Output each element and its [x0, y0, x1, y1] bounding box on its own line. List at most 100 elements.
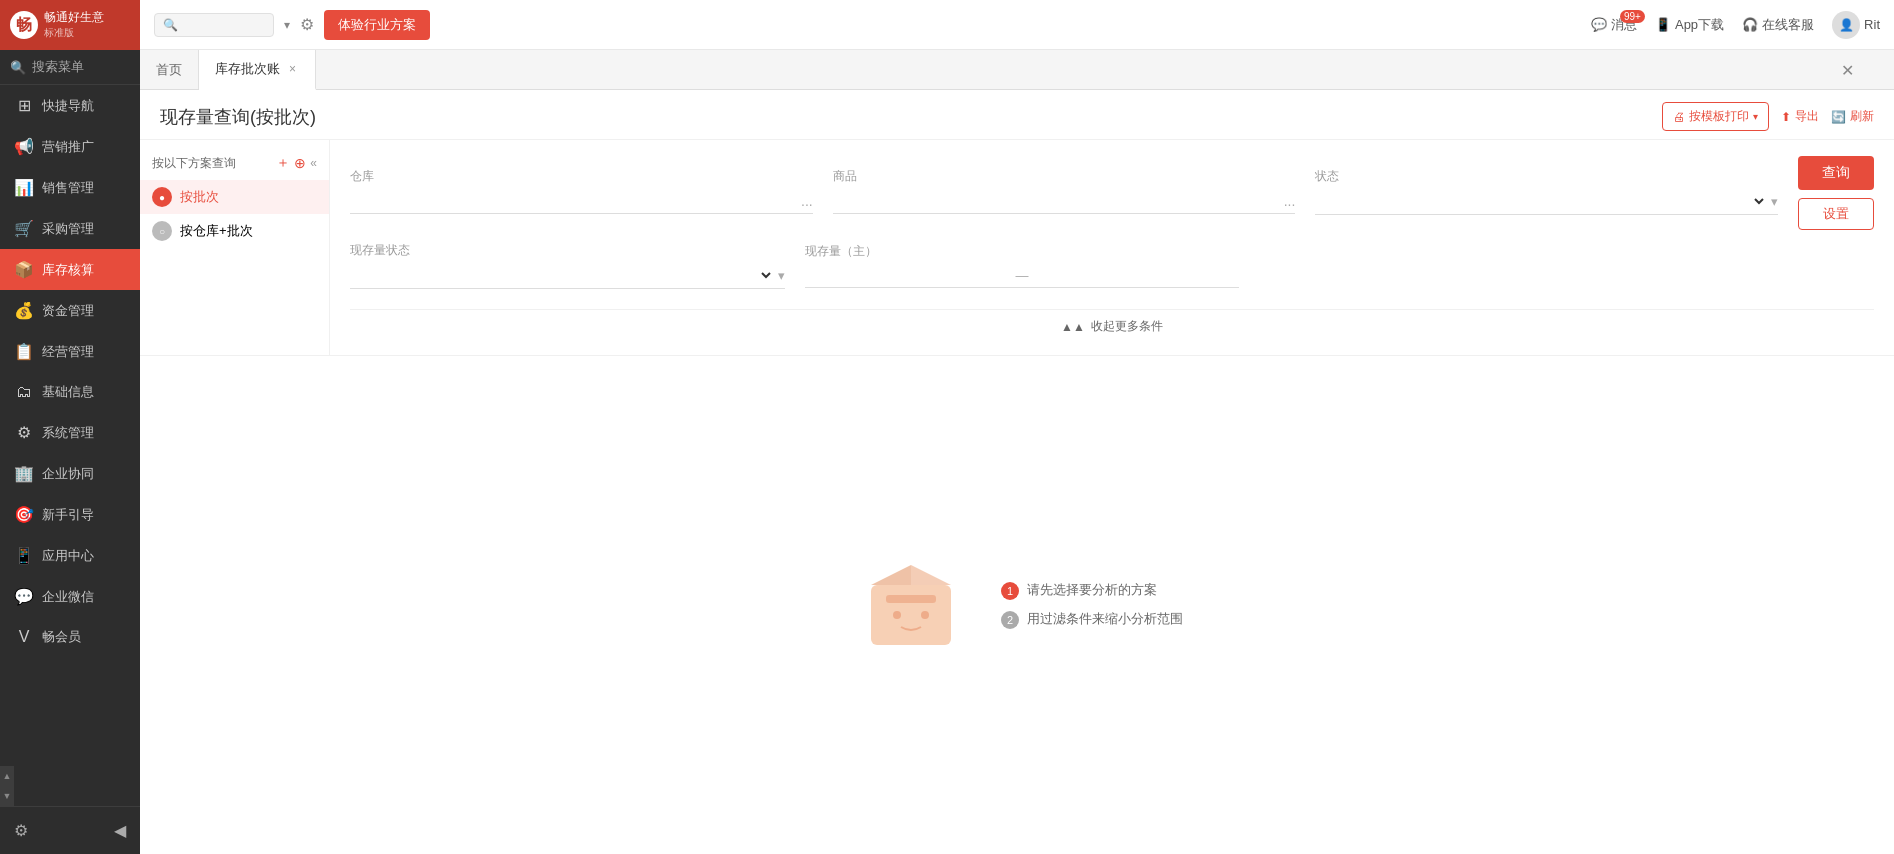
- sidebar-item-new-guide[interactable]: 🎯新手引导: [0, 494, 140, 535]
- status-select[interactable]: [1315, 193, 1767, 210]
- sidebar-item-icon-vip: V: [14, 628, 34, 646]
- settings-icon[interactable]: ⚙: [10, 817, 32, 844]
- export-button[interactable]: ⬆ 导出: [1781, 108, 1819, 125]
- tab-inventory-batch[interactable]: 库存批次账 ×: [199, 50, 316, 90]
- svg-point-5: [921, 611, 929, 619]
- messages-button[interactable]: 💬 消息 99+: [1591, 16, 1637, 34]
- scheme-by-batch[interactable]: ● 按批次: [140, 180, 329, 214]
- warehouse-input[interactable]: [350, 194, 797, 209]
- sidebar-item-inventory[interactable]: 📦库存核算: [0, 249, 140, 290]
- stock-status-select[interactable]: [350, 267, 774, 284]
- stock-qty-min-input[interactable]: [805, 268, 1012, 283]
- sidebar-item-basic[interactable]: 🗂基础信息: [0, 372, 140, 412]
- tab-close-icon[interactable]: ×: [286, 61, 299, 77]
- scheme-settings-icon[interactable]: ⊕: [294, 155, 306, 171]
- sidebar-item-icon-enterprise: 🏢: [14, 464, 34, 483]
- topbar-gear-icon[interactable]: ⚙: [300, 15, 314, 34]
- stock-qty-max-input[interactable]: [1033, 268, 1240, 283]
- refresh-button[interactable]: 🔄 刷新: [1831, 108, 1874, 125]
- scheme-by-batch-icon: ●: [152, 187, 172, 207]
- sidebar-item-label-basic: 基础信息: [42, 383, 94, 401]
- export-label: 导出: [1795, 108, 1819, 125]
- hint-1-num: 1: [1001, 582, 1019, 600]
- sidebar-item-vip[interactable]: V畅会员: [0, 617, 140, 657]
- left-panel-header-actions: ＋ ⊕ «: [276, 154, 317, 172]
- stock-qty-label: 现存量（主）: [805, 243, 1240, 260]
- stock-qty-wrapper[interactable]: —: [805, 264, 1240, 288]
- empty-illustration: [851, 545, 971, 665]
- app-download-button[interactable]: 📱 App下载: [1655, 16, 1724, 34]
- print-icon: 🖨: [1673, 110, 1685, 124]
- product-input[interactable]: [833, 194, 1280, 209]
- tab-home[interactable]: 首页: [140, 50, 199, 89]
- settings-button[interactable]: 设置: [1798, 198, 1874, 230]
- topbar: 🔍 ▾ ⚙ 体验行业方案 💬 消息 99+ 📱 App下载 🎧 在线客服 �: [140, 0, 1894, 50]
- query-button[interactable]: 查询: [1798, 156, 1874, 190]
- sidebar-item-icon-operations: 📋: [14, 342, 34, 361]
- add-scheme-icon[interactable]: ＋: [276, 154, 290, 172]
- panel-close-icon[interactable]: ✕: [1841, 60, 1854, 79]
- sidebar-scroll-down[interactable]: ▼: [0, 786, 14, 806]
- collapse-more-button[interactable]: ▲▲ 收起更多条件: [350, 309, 1874, 343]
- refresh-icon: 🔄: [1831, 110, 1846, 124]
- sidebar-item-operations[interactable]: 📋经营管理: [0, 331, 140, 372]
- hint-1: 1 请先选择要分析的方案: [1001, 581, 1183, 600]
- topbar-search-box[interactable]: 🔍: [154, 13, 274, 37]
- sidebar-item-icon-enterprise-wechat: 💬: [14, 587, 34, 606]
- app-title: 畅通好生意: [44, 10, 104, 26]
- sidebar-item-icon-system: ⚙: [14, 423, 34, 442]
- sidebar-item-icon-sales: 📊: [14, 178, 34, 197]
- filter-stock-status: 现存量状态 ▾: [350, 242, 785, 289]
- industry-solution-button[interactable]: 体验行业方案: [324, 10, 430, 40]
- online-service-button[interactable]: 🎧 在线客服: [1742, 16, 1814, 34]
- sidebar-item-enterprise-wechat[interactable]: 💬企业微信: [0, 576, 140, 617]
- svg-rect-3: [886, 595, 936, 603]
- user-avatar-button[interactable]: 👤 Rit: [1832, 11, 1880, 39]
- product-input-wrapper[interactable]: ...: [833, 189, 1296, 214]
- sidebar-item-icon-inventory: 📦: [14, 260, 34, 279]
- status-chevron-icon: ▾: [1771, 194, 1778, 209]
- sidebar-item-quick-nav[interactable]: ⊞ 快捷导航: [0, 85, 140, 126]
- svg-marker-2: [911, 565, 951, 585]
- app-info: 畅通好生意 标准版: [44, 10, 104, 40]
- sidebar-item-label-purchase: 采购管理: [42, 220, 94, 238]
- topbar-dropdown-icon[interactable]: ▾: [284, 18, 290, 32]
- scheme-by-batch-label: 按批次: [180, 188, 219, 206]
- sidebar-search[interactable]: 🔍 搜索菜单: [0, 50, 140, 85]
- template-print-label: 按模板打印: [1689, 108, 1749, 125]
- product-dots[interactable]: ...: [1284, 193, 1296, 209]
- svg-rect-0: [871, 585, 951, 645]
- collapse-icon[interactable]: ◀: [110, 817, 130, 844]
- sidebar-item-purchase[interactable]: 🛒采购管理: [0, 208, 140, 249]
- stock-status-wrapper[interactable]: ▾: [350, 263, 785, 289]
- warehouse-input-wrapper[interactable]: ...: [350, 189, 813, 214]
- sidebar-item-enterprise[interactable]: 🏢企业协同: [0, 453, 140, 494]
- user-name: Rit: [1864, 17, 1880, 32]
- avatar: 👤: [1832, 11, 1860, 39]
- collapse-panel-icon[interactable]: «: [310, 156, 317, 170]
- sidebar-item-icon-quick-nav: ⊞: [14, 96, 34, 115]
- scheme-by-warehouse-batch[interactable]: ○ 按仓库+批次: [140, 214, 329, 248]
- topbar-search-input[interactable]: [182, 18, 242, 32]
- page-title: 现存量查询(按批次): [160, 105, 316, 129]
- sidebar-item-app-center[interactable]: 📱应用中心: [0, 535, 140, 576]
- print-dropdown-icon[interactable]: ▾: [1753, 111, 1758, 122]
- user-icon: 👤: [1839, 18, 1854, 32]
- left-panel: 按以下方案查询 ＋ ⊕ « ● 按批次 ○: [140, 140, 330, 355]
- filter-warehouse: 仓库 ...: [350, 168, 813, 214]
- sidebar-item-marketing[interactable]: 📢营销推广: [0, 126, 140, 167]
- sidebar-item-sales[interactable]: 📊销售管理: [0, 167, 140, 208]
- sidebar-item-system[interactable]: ⚙系统管理: [0, 412, 140, 453]
- main-content: 🔍 ▾ ⚙ 体验行业方案 💬 消息 99+ 📱 App下载 🎧 在线客服 �: [140, 0, 1894, 854]
- sidebar-scroll-up[interactable]: ▲: [0, 766, 14, 786]
- status-select-wrapper[interactable]: ▾: [1315, 189, 1778, 215]
- search-label: 搜索菜单: [32, 58, 84, 76]
- filter-action-buttons: 查询 设置: [1798, 152, 1874, 230]
- sidebar-item-finance[interactable]: 💰资金管理: [0, 290, 140, 331]
- collapse-more-label: 收起更多条件: [1091, 318, 1163, 335]
- filter-product: 商品 ...: [833, 168, 1296, 214]
- template-print-button[interactable]: 🖨 按模板打印 ▾: [1662, 102, 1769, 131]
- warehouse-dots[interactable]: ...: [801, 193, 813, 209]
- sidebar-header: 畅 畅通好生意 标准版: [0, 0, 140, 50]
- sidebar-item-label-quick-nav: 快捷导航: [42, 97, 94, 115]
